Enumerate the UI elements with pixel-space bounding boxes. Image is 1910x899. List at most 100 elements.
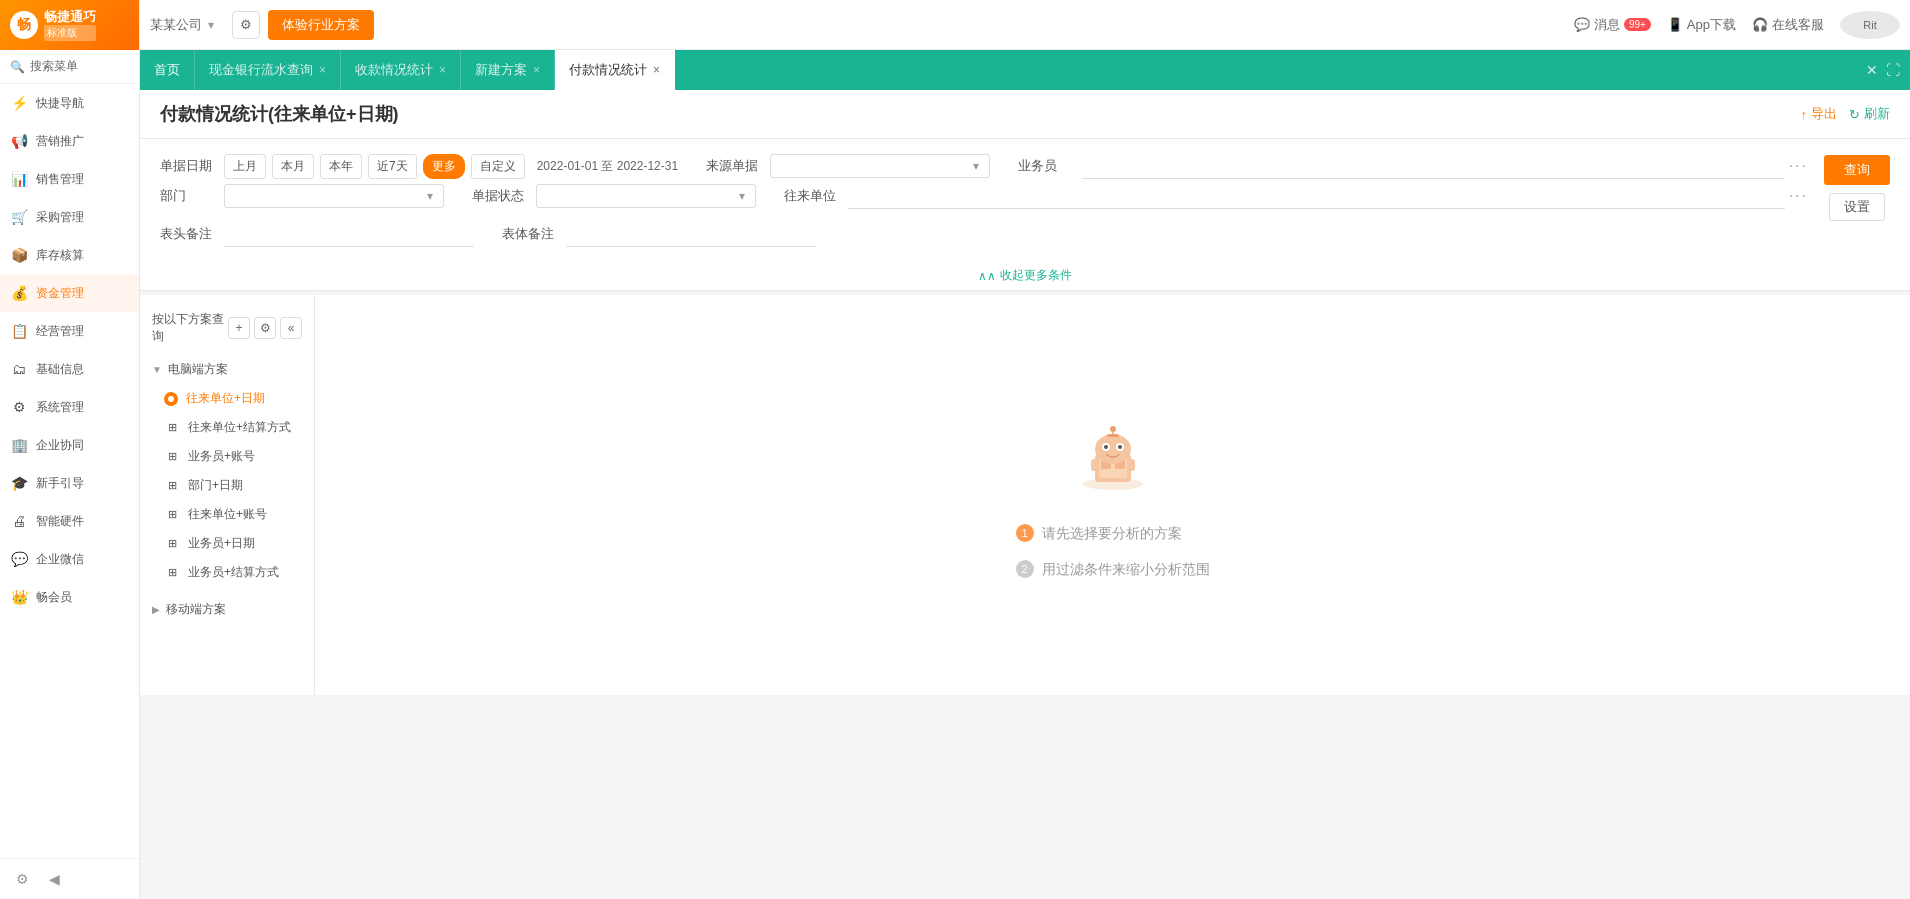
guide-label: 新手引导 bbox=[36, 475, 84, 492]
scheme-panel: 按以下方案查询 + ⚙ « ▼ 电脑端方案 往来单位+日期 bbox=[140, 295, 315, 695]
search-label: 搜索菜单 bbox=[30, 58, 78, 75]
date-btn-custom[interactable]: 自定义 bbox=[471, 154, 525, 179]
scheme-settings-btn[interactable]: ⚙ bbox=[254, 317, 276, 339]
sidebar-item-finance[interactable]: 💰 资金管理 bbox=[0, 274, 139, 312]
mobile-section-header[interactable]: ▶ 移动端方案 bbox=[140, 595, 314, 624]
sidebar-item-member[interactable]: 👑 畅会员 bbox=[0, 578, 139, 616]
empty-step-1: 1 请先选择要分析的方案 bbox=[1016, 519, 1210, 547]
date-btn-7days[interactable]: 近7天 bbox=[368, 154, 417, 179]
scheme-item-icon-dept-date: ⊞ bbox=[164, 478, 180, 494]
sidebar-item-hardware[interactable]: 🖨 智能硬件 bbox=[0, 502, 139, 540]
scheme-item-label-dept-date: 部门+日期 bbox=[188, 477, 243, 494]
source-voucher-label: 来源单据 bbox=[706, 157, 762, 175]
logo-subtitle: 标准版 bbox=[44, 25, 96, 41]
scheme-item-salesperson-date[interactable]: ⊞ 业务员+日期 bbox=[140, 529, 314, 558]
filter-row-1: 单据日期 上月 本月 本年 近7天 更多 自定义 2022-01-01 至 20… bbox=[160, 153, 1808, 179]
tab-label-new-scheme: 新建方案 bbox=[475, 61, 527, 79]
salesperson-field: ··· bbox=[1082, 153, 1808, 179]
tab-close-receipt-stats[interactable]: × bbox=[439, 63, 446, 77]
inventory-label: 库存核算 bbox=[36, 247, 84, 264]
sidebar-search[interactable]: 🔍 搜索菜单 bbox=[0, 50, 139, 84]
scheme-item-icon-salesperson-date: ⊞ bbox=[164, 536, 180, 552]
trial-btn[interactable]: 体验行业方案 bbox=[268, 10, 374, 40]
service-label: 在线客服 bbox=[1772, 16, 1824, 34]
settings-footer-icon[interactable]: ⚙ bbox=[10, 867, 34, 891]
svg-point-11 bbox=[1118, 445, 1122, 449]
collapse-btn[interactable]: ∧∧ 收起更多条件 bbox=[978, 267, 1072, 284]
tab-close-bank-flow[interactable]: × bbox=[319, 63, 326, 77]
scheme-item-label-partner-account: 往来单位+账号 bbox=[188, 506, 267, 523]
collapse-sidebar-icon[interactable]: ◀ bbox=[42, 867, 66, 891]
sidebar-item-operations[interactable]: 📋 经营管理 bbox=[0, 312, 139, 350]
sidebar-item-guide[interactable]: 🎓 新手引导 bbox=[0, 464, 139, 502]
sidebar-item-purchase[interactable]: 🛒 采购管理 bbox=[0, 198, 139, 236]
quick-nav-icon: ⚡ bbox=[10, 94, 28, 112]
app-download-btn[interactable]: 📱 App下载 bbox=[1667, 16, 1736, 34]
sidebar-item-system[interactable]: ⚙ 系统管理 bbox=[0, 388, 139, 426]
tab-label-home: 首页 bbox=[154, 61, 180, 79]
partner-input[interactable] bbox=[848, 183, 1785, 209]
sidebar-item-cooperation[interactable]: 🏢 企业协同 bbox=[0, 426, 139, 464]
close-window-btn[interactable]: ✕ bbox=[1866, 62, 1878, 78]
date-btn-last-month[interactable]: 上月 bbox=[224, 154, 266, 179]
desktop-section-header[interactable]: ▼ 电脑端方案 bbox=[140, 355, 314, 384]
tab-receipt-stats[interactable]: 收款情况统计× bbox=[341, 50, 461, 90]
voucher-status-select[interactable]: ▾ bbox=[536, 184, 756, 208]
sidebar-item-quick-nav[interactable]: ⚡ 快捷导航 bbox=[0, 84, 139, 122]
operations-icon: 📋 bbox=[10, 322, 28, 340]
step1-num: 1 bbox=[1016, 524, 1034, 542]
body-note-input[interactable] bbox=[566, 221, 816, 247]
tab-close-payment-stats[interactable]: × bbox=[653, 63, 660, 77]
department-select[interactable]: ▾ bbox=[224, 184, 444, 208]
query-btn[interactable]: 查询 bbox=[1824, 155, 1890, 185]
finance-label: 资金管理 bbox=[36, 285, 84, 302]
company-dropdown-icon[interactable]: ▾ bbox=[208, 18, 214, 32]
svg-point-7 bbox=[1095, 434, 1131, 464]
sidebar-item-inventory[interactable]: 📦 库存核算 bbox=[0, 236, 139, 274]
scheme-item-salesperson-account[interactable]: ⊞ 业务员+账号 bbox=[140, 442, 314, 471]
refresh-btn[interactable]: ↻ 刷新 bbox=[1849, 105, 1890, 123]
step2-num: 2 bbox=[1016, 560, 1034, 578]
scheme-item-partner-date[interactable]: 往来单位+日期 bbox=[140, 384, 314, 413]
sidebar-item-marketing[interactable]: 📢 营销推广 bbox=[0, 122, 139, 160]
messages-btn[interactable]: 💬 消息 99+ bbox=[1574, 16, 1651, 34]
tab-close-new-scheme[interactable]: × bbox=[533, 63, 540, 77]
collapse-icon: ∧∧ bbox=[978, 269, 996, 283]
page-title: 付款情况统计(往来单位+日期) bbox=[160, 102, 399, 126]
date-btn-more[interactable]: 更多 bbox=[423, 154, 465, 179]
filter-right-btns: 查询 设置 bbox=[1808, 153, 1890, 221]
service-btn[interactable]: 🎧 在线客服 bbox=[1752, 16, 1824, 34]
add-scheme-btn[interactable]: + bbox=[228, 317, 250, 339]
header-note-input[interactable] bbox=[224, 221, 474, 247]
scheme-item-salesperson-settlement[interactable]: ⊞ 业务员+结算方式 bbox=[140, 558, 314, 587]
scheme-item-partner-settlement[interactable]: ⊞ 往来单位+结算方式 bbox=[140, 413, 314, 442]
date-btn-this-month[interactable]: 本月 bbox=[272, 154, 314, 179]
maximize-window-btn[interactable]: ⛶ bbox=[1886, 62, 1900, 78]
tab-payment-stats[interactable]: 付款情况统计× bbox=[555, 50, 675, 90]
source-voucher-select[interactable]: ▾ bbox=[770, 154, 990, 178]
date-btn-this-year[interactable]: 本年 bbox=[320, 154, 362, 179]
member-icon: 👑 bbox=[10, 588, 28, 606]
collapse-area: ∧∧ 收起更多条件 bbox=[160, 259, 1890, 290]
sidebar-nav: ⚡ 快捷导航 📢 营销推广 📊 销售管理 🛒 采购管理 📦 库存核算 💰 资金管… bbox=[0, 84, 139, 616]
nav-settings-btn[interactable]: ⚙ bbox=[232, 11, 260, 39]
scheme-collapse-btn[interactable]: « bbox=[280, 317, 302, 339]
scheme-radio-active bbox=[164, 392, 178, 406]
filter-settings-btn[interactable]: 设置 bbox=[1829, 193, 1885, 221]
sidebar-item-sales[interactable]: 📊 销售管理 bbox=[0, 160, 139, 198]
message-icon: 💬 bbox=[1574, 17, 1590, 32]
sidebar-item-wechat[interactable]: 💬 企业微信 bbox=[0, 540, 139, 578]
salesperson-more-btn[interactable]: ··· bbox=[1789, 157, 1808, 175]
sidebar-footer: ⚙ ◀ bbox=[0, 858, 139, 899]
salesperson-input[interactable] bbox=[1082, 153, 1785, 179]
sidebar-item-basic-info[interactable]: 🗂 基础信息 bbox=[0, 350, 139, 388]
tab-new-scheme[interactable]: 新建方案 × bbox=[461, 50, 555, 90]
export-btn[interactable]: ↑ 导出 bbox=[1801, 105, 1838, 123]
tab-bank-flow[interactable]: 现金银行流水查询× bbox=[195, 50, 341, 90]
tab-home[interactable]: 首页 bbox=[140, 50, 195, 90]
scheme-item-dept-date[interactable]: ⊞ 部门+日期 bbox=[140, 471, 314, 500]
partner-more-btn[interactable]: ··· bbox=[1789, 187, 1808, 205]
scheme-item-icon-partner-settlement: ⊞ bbox=[164, 420, 180, 436]
scheme-item-partner-account[interactable]: ⊞ 往来单位+账号 bbox=[140, 500, 314, 529]
user-avatar[interactable]: Rit bbox=[1840, 11, 1900, 39]
